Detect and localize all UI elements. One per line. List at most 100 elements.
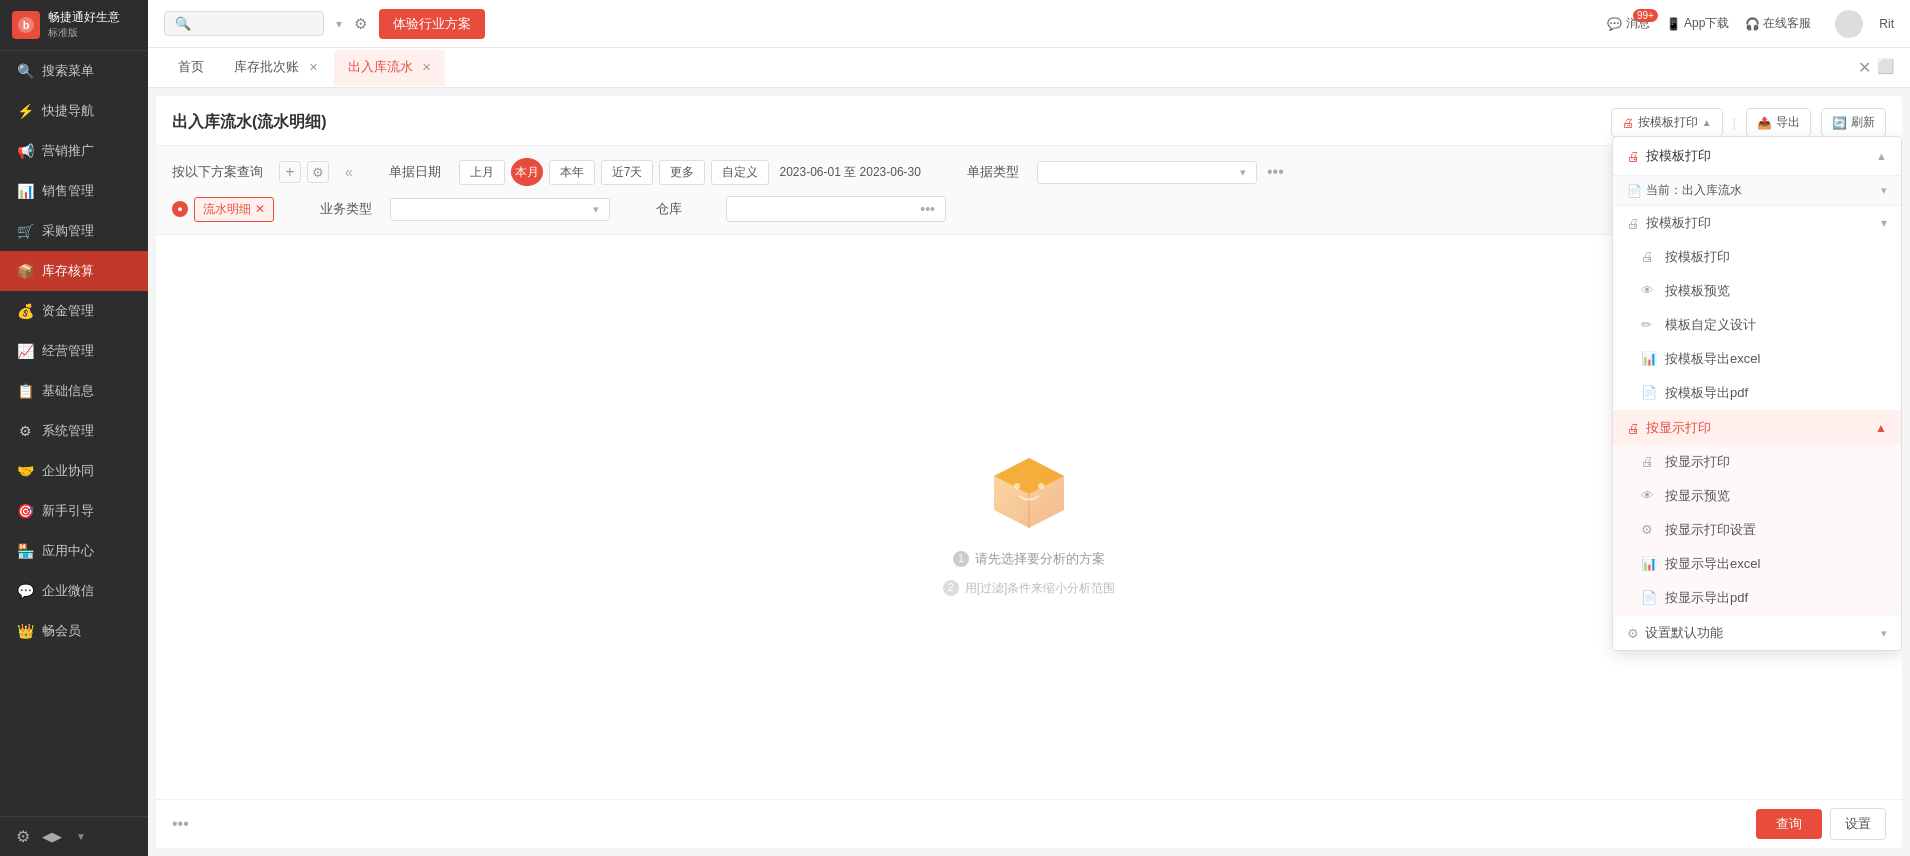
topbar: 🔍 ▾ ⚙ 体验行业方案 💬 消息 99+ 📱 App下载 🎧 在线客服 Rit xyxy=(148,0,1910,48)
sidebar-item-operations[interactable]: 📈 经营管理 xyxy=(0,331,148,371)
refresh-btn[interactable]: 🔄 刷新 xyxy=(1821,108,1886,137)
topbar-search-input[interactable] xyxy=(197,17,297,31)
biz-type-select[interactable]: ▾ xyxy=(390,198,610,221)
query-btn[interactable]: 查询 xyxy=(1756,809,1822,839)
close-window-icon[interactable]: ✕ xyxy=(1858,58,1871,77)
step2-num: 2 xyxy=(943,580,959,596)
date-btn-custom[interactable]: 自定义 xyxy=(711,160,769,185)
collapse-sidebar-icon[interactable]: ◀▶ xyxy=(42,829,62,844)
step1-num: 1 xyxy=(953,551,969,567)
sidebar-item-basic[interactable]: 📋 基础信息 xyxy=(0,371,148,411)
setting-btn[interactable]: 设置 xyxy=(1830,808,1886,840)
sidebar-item-label: 库存核算 xyxy=(42,262,94,280)
tab-close-inventory-batch[interactable]: ✕ xyxy=(309,61,318,73)
date-btn-this-month[interactable]: 本月 xyxy=(511,158,543,186)
trial-btn[interactable]: 体验行业方案 xyxy=(379,9,485,39)
refresh-icon: 🔄 xyxy=(1832,116,1847,130)
message-btn[interactable]: 💬 消息 99+ xyxy=(1607,15,1650,32)
dropdown-footer[interactable]: ⚙ 设置默认功能 ▾ xyxy=(1613,616,1901,650)
date-btn-more[interactable]: 更多 xyxy=(659,160,705,185)
display-print-item-1[interactable]: 🖨 按显示打印 xyxy=(1613,445,1901,479)
display-print-item-3[interactable]: ⚙ 按显示打印设置 xyxy=(1613,513,1901,547)
settings-bottom-icon[interactable]: ⚙ xyxy=(16,827,30,846)
print-template-btn[interactable]: 🖨 按模板打印 ▲ xyxy=(1611,108,1723,137)
sidebar-item-shortcut[interactable]: ⚡ 快捷导航 xyxy=(0,91,148,131)
sidebar-item-member[interactable]: 👑 畅会员 xyxy=(0,611,148,651)
template-print-item-5[interactable]: 📄 按模板导出pdf xyxy=(1613,376,1901,410)
maximize-icon[interactable]: ⬜ xyxy=(1877,58,1894,77)
empty-illustration xyxy=(979,438,1079,538)
template-print-item-4[interactable]: 📊 按模板导出excel xyxy=(1613,342,1901,376)
target-icon: 🎯 xyxy=(16,503,34,519)
tab-inout-flow[interactable]: 出入库流水 ✕ xyxy=(334,50,446,86)
svg-point-5 xyxy=(1014,483,1020,489)
date-btn-this-year[interactable]: 本年 xyxy=(549,160,595,185)
tag-label: 流水明细 xyxy=(203,201,251,218)
display-print-header[interactable]: 🖨 按显示打印 ▲ xyxy=(1613,411,1901,445)
display-print-section: 🖨 按显示打印 ▲ 🖨 按显示打印 👁 按显示预览 ⚙ 按显示打印设置 xyxy=(1613,411,1901,616)
sidebar-item-label: 资金管理 xyxy=(42,302,94,320)
template-print-item-3[interactable]: ✏ 模板自定义设计 xyxy=(1613,308,1901,342)
filter-settings-btn[interactable]: ⚙ xyxy=(307,161,329,183)
tab-home[interactable]: 首页 xyxy=(164,50,218,86)
sidebar-item-label: 营销推广 xyxy=(42,142,94,160)
print-dropdown-panel: 🖨 按模板打印 ▲ 📄 当前：出入库流水 ▾ 🖨 按模板打印 ▾ xyxy=(1612,136,1902,651)
user-avatar[interactable] xyxy=(1835,10,1863,38)
empty-step1: 1 请先选择要分析的方案 xyxy=(953,550,1105,568)
sidebar-item-label: 畅会员 xyxy=(42,622,81,640)
chat-icon: 💬 xyxy=(16,583,34,599)
topbar-search-box[interactable]: 🔍 xyxy=(164,11,324,36)
sidebar-item-marketing[interactable]: 📢 营销推广 xyxy=(0,131,148,171)
tag-remove-btn[interactable]: ✕ xyxy=(255,202,265,216)
topbar-settings-icon[interactable]: ⚙ xyxy=(354,15,367,33)
dropdown-title: 🖨 按模板打印 xyxy=(1627,147,1711,165)
sidebar-item-system[interactable]: ⚙ 系统管理 xyxy=(0,411,148,451)
sidebar-item-label: 企业协同 xyxy=(42,462,94,480)
sidebar-item-purchase[interactable]: 🛒 采购管理 xyxy=(0,211,148,251)
printer-icon2: 🖨 xyxy=(1627,149,1640,164)
tab-inventory-batch[interactable]: 库存批次账 ✕ xyxy=(220,50,332,86)
sidebar-item-sales[interactable]: 📊 销售管理 xyxy=(0,171,148,211)
display-print-item-5[interactable]: 📄 按显示导出pdf xyxy=(1613,581,1901,615)
display-pdf-icon: 📄 xyxy=(1641,590,1657,606)
sidebar-scroll-down-arrow[interactable]: ▼ xyxy=(74,829,88,844)
add-filter-btn[interactable]: + xyxy=(279,161,301,183)
date-btn-7days[interactable]: 近7天 xyxy=(601,160,654,185)
template-print-item-1[interactable]: 🖨 按模板打印 xyxy=(1613,240,1901,274)
more-actions-icon[interactable]: ••• xyxy=(172,815,189,833)
online-service-btn[interactable]: 🎧 在线客服 xyxy=(1745,15,1811,32)
export-icon: 📤 xyxy=(1757,116,1772,130)
export-btn[interactable]: 📤 导出 xyxy=(1746,108,1811,137)
filter-collapse-arrow[interactable]: « xyxy=(345,164,353,180)
sidebar-item-appstore[interactable]: 🏪 应用中心 xyxy=(0,531,148,571)
display-print-item-4[interactable]: 📊 按显示导出excel xyxy=(1613,547,1901,581)
main-content: 🔍 ▾ ⚙ 体验行业方案 💬 消息 99+ 📱 App下载 🎧 在线客服 Rit xyxy=(148,0,1910,856)
template-print-header[interactable]: 🖨 按模板打印 ▾ xyxy=(1613,206,1901,240)
template-print-item-2[interactable]: 👁 按模板预览 xyxy=(1613,274,1901,308)
app-logo-icon: b xyxy=(12,11,40,39)
user-name: Rit xyxy=(1879,17,1894,31)
voucher-type-select[interactable]: ▾ xyxy=(1037,161,1257,184)
app-download-btn[interactable]: 📱 App下载 xyxy=(1666,15,1729,32)
more-warehouse-icon[interactable]: ••• xyxy=(920,201,935,217)
sidebar-item-collab[interactable]: 🤝 企业协同 xyxy=(0,451,148,491)
topbar-dropdown-arrow[interactable]: ▾ xyxy=(336,17,342,31)
sidebar-item-finance[interactable]: 💰 资金管理 xyxy=(0,291,148,331)
tab-close-inout-flow[interactable]: ✕ xyxy=(422,61,431,73)
filter-section-label: 按以下方案查询 xyxy=(172,163,263,181)
edition-label: 标准版 xyxy=(48,26,120,40)
sidebar-item-search[interactable]: 🔍 搜索菜单 xyxy=(0,51,148,91)
current-template-icon: 📄 xyxy=(1627,184,1642,198)
display-print-item-2[interactable]: 👁 按显示预览 xyxy=(1613,479,1901,513)
chart-icon: 📊 xyxy=(16,183,34,199)
warehouse-select[interactable]: ••• xyxy=(726,196,946,222)
sidebar-item-guide[interactable]: 🎯 新手引导 xyxy=(0,491,148,531)
dropdown-header: 🖨 按模板打印 ▲ xyxy=(1613,137,1901,176)
sidebar-item-inventory[interactable]: 📦 库存核算 xyxy=(0,251,148,291)
sidebar-item-label: 应用中心 xyxy=(42,542,94,560)
sidebar-item-wechat[interactable]: 💬 企业微信 xyxy=(0,571,148,611)
more-options-icon[interactable]: ••• xyxy=(1267,163,1284,181)
sidebar-item-label: 系统管理 xyxy=(42,422,94,440)
clipboard-icon: 📋 xyxy=(16,383,34,399)
date-btn-last-month[interactable]: 上月 xyxy=(459,160,505,185)
